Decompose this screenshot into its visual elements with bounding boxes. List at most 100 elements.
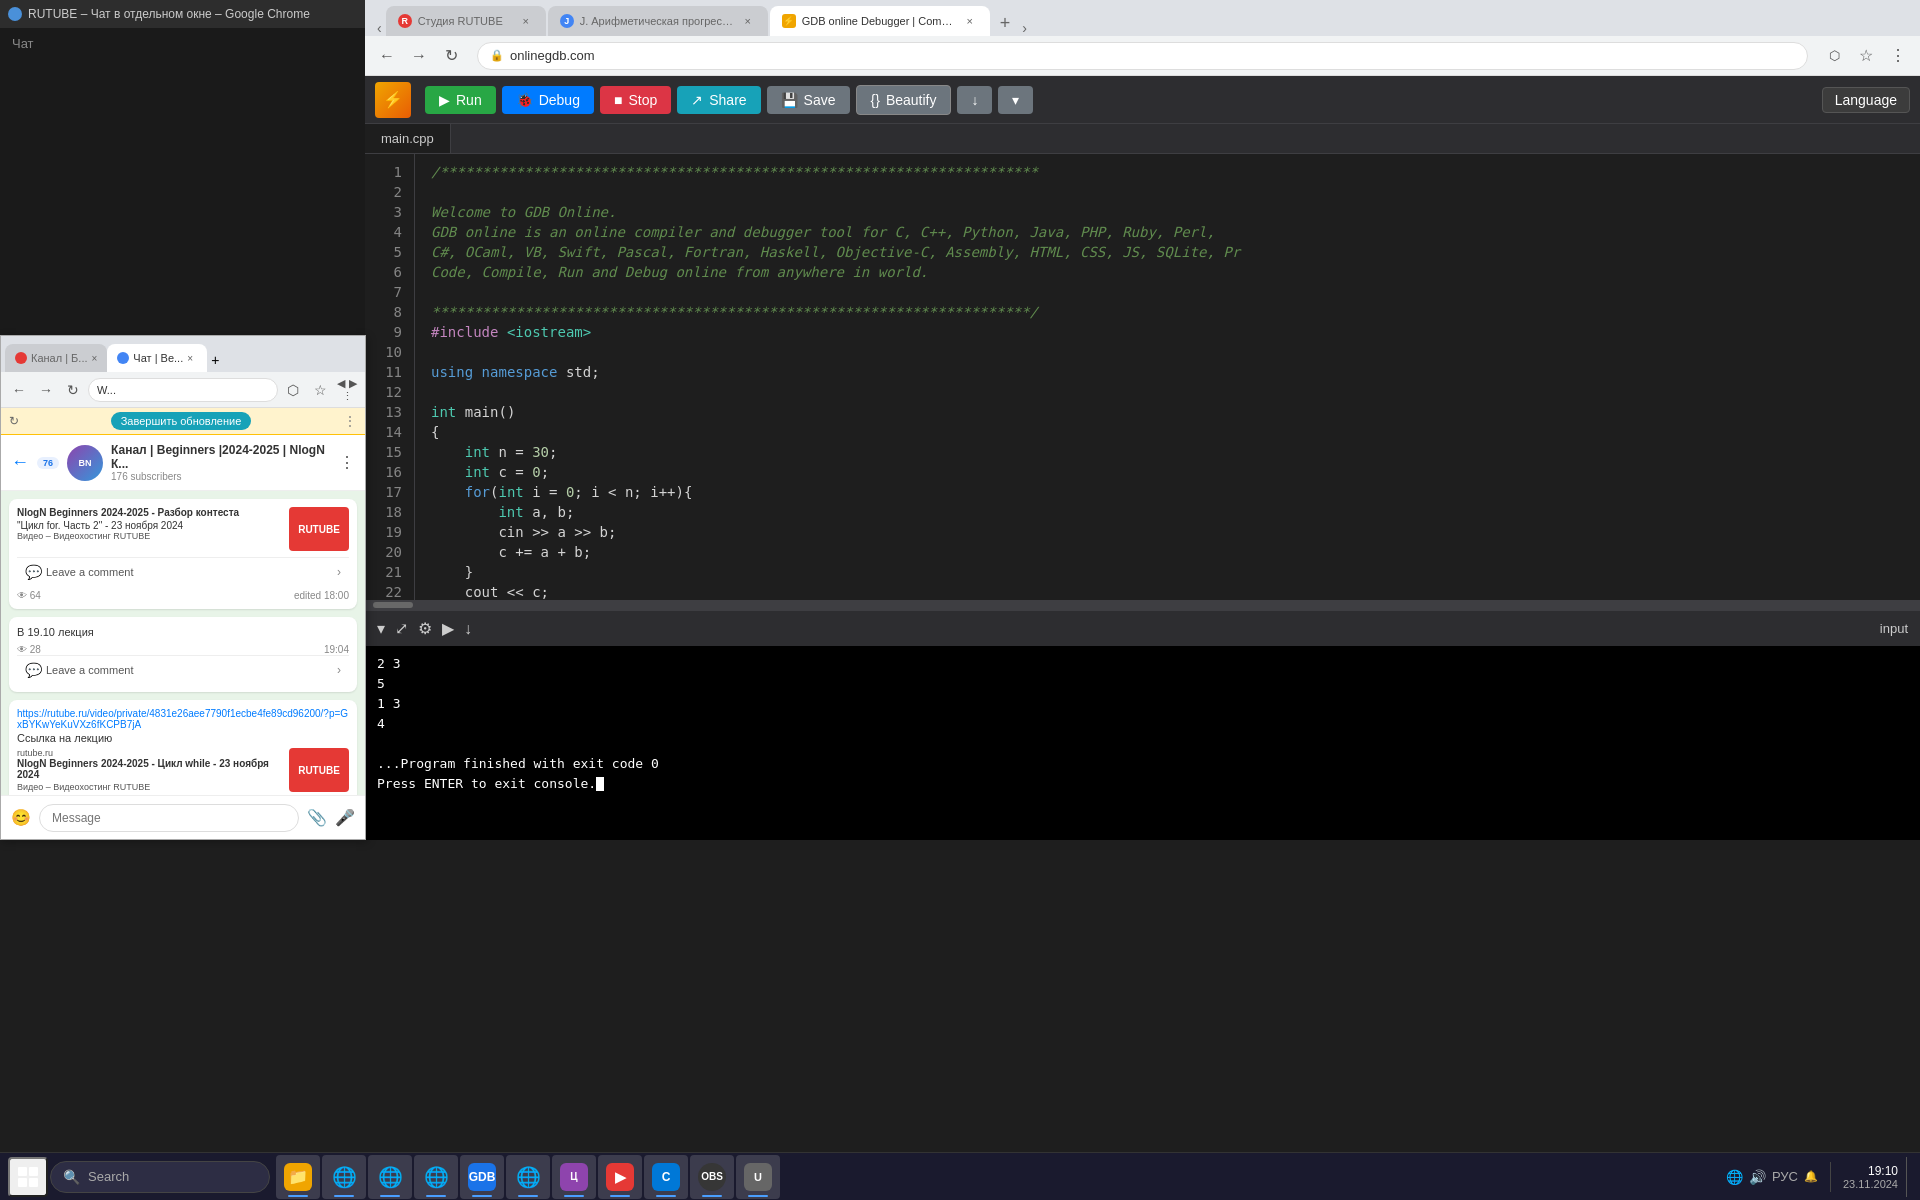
language-selector[interactable]: Language xyxy=(1822,87,1910,113)
beautify-icon: {} xyxy=(871,92,880,108)
msg3-url[interactable]: https://rutube.ru/video/private/4831e26a… xyxy=(17,708,349,730)
terminal-settings-btn[interactable]: ⚙ xyxy=(418,619,432,638)
editor-tab-main-cpp[interactable]: main.cpp xyxy=(365,124,451,153)
tab3-favicon: ⚡ xyxy=(782,14,796,28)
debug-button[interactable]: 🐞 Debug xyxy=(502,86,594,114)
save-button[interactable]: 💾 Save xyxy=(767,86,850,114)
url-text: onlinegdb.com xyxy=(510,48,595,63)
refresh-button[interactable]: ↻ xyxy=(437,42,465,70)
update-button[interactable]: Завершить обновление xyxy=(111,412,252,430)
chat-bookmark-btn[interactable]: ☆ xyxy=(308,378,332,402)
taskbar-app-chrome2[interactable]: 🌐 xyxy=(368,1155,412,1199)
message-2: В 19.10 лекция 👁 28 19:04 💬 Leave a comm… xyxy=(9,617,357,692)
taskbar-app-obs[interactable]: OBS xyxy=(690,1155,734,1199)
chat-input-bar: 😊 📎 🎤 xyxy=(1,795,365,839)
update-options[interactable]: ⋮ xyxy=(343,413,357,429)
editor-tab-label: main.cpp xyxy=(381,131,434,146)
extensions-button[interactable]: ⬡ xyxy=(1820,42,1848,70)
code-editor[interactable]: /***************************************… xyxy=(415,154,1920,600)
msg2-leave-comment[interactable]: 💬 Leave a comment › xyxy=(17,655,349,684)
terminal-line-3: 1 3 xyxy=(377,694,1908,714)
channel-info: Канал | Beginners |2024-2025 | NlogN К..… xyxy=(111,443,339,482)
chat-messages-area[interactable]: NlogN Beginners 2024-2025 - Разбор конте… xyxy=(1,491,365,795)
chat-browser-new-tab[interactable]: + xyxy=(207,352,223,368)
tab1-title: Студия RUTUBE xyxy=(418,15,512,27)
console-label: C xyxy=(662,1170,671,1184)
tabs-scroll-left[interactable]: ‹ xyxy=(373,20,386,36)
chat-address-bar[interactable]: W... xyxy=(88,378,278,402)
options-icon: ▾ xyxy=(1012,92,1019,108)
chat-more-btn[interactable]: ◀ ▶ ⋮ xyxy=(335,378,359,402)
taskbar-search-box[interactable]: 🔍 Search xyxy=(50,1161,270,1193)
terminal-collapse-btn[interactable]: ▾ xyxy=(377,619,385,638)
chat-tab1-close[interactable]: × xyxy=(92,353,98,364)
channel-avatar: BN xyxy=(67,445,103,481)
channel-menu-button[interactable]: ⋮ xyxy=(339,453,355,472)
tab2-favicon: J xyxy=(560,14,574,28)
browser-toolbar: ← → ↻ 🔒 onlinegdb.com ⬡ ☆ ⋮ xyxy=(365,36,1920,76)
message-input[interactable] xyxy=(39,804,299,832)
taskbar-app-chrome1[interactable]: 🌐 xyxy=(322,1155,366,1199)
new-tab-button[interactable]: + xyxy=(992,13,1019,34)
leave-comment-label-2: Leave a comment xyxy=(46,664,337,676)
chat-tab-kanal[interactable]: Канал | Б... × xyxy=(5,344,107,372)
voice-button[interactable]: 🎤 xyxy=(335,808,355,827)
tab2-close[interactable]: × xyxy=(740,13,756,29)
code-area[interactable]: 12345 678910 1112131415 1617181920 21222… xyxy=(365,154,1920,600)
terminal-content[interactable]: 2 3 5 1 3 4 ...Program finished with exi… xyxy=(365,646,1920,840)
tab3-close[interactable]: × xyxy=(962,13,978,29)
back-button[interactable]: ← xyxy=(373,42,401,70)
msg1-leave-comment[interactable]: 💬 Leave a comment › xyxy=(17,557,349,586)
terminal-line-1: 2 3 xyxy=(377,654,1908,674)
taskbar-app-explorer[interactable]: 📁 xyxy=(276,1155,320,1199)
taskbar-app-untitled[interactable]: U xyxy=(736,1155,780,1199)
editor-horizontal-scrollbar[interactable] xyxy=(365,600,1920,610)
paperclip-button[interactable]: 📎 xyxy=(307,808,327,827)
clock-widget[interactable]: 19:10 23.11.2024 xyxy=(1843,1164,1898,1190)
taskbar-app-chrome4[interactable]: 🌐 xyxy=(506,1155,550,1199)
address-bar[interactable]: 🔒 onlinegdb.com xyxy=(477,42,1808,70)
channel-back-btn[interactable]: ← xyxy=(11,452,29,473)
share-icon: ↗ xyxy=(691,92,703,108)
chat-forward-btn[interactable]: → xyxy=(34,378,58,402)
chat-extensions-btn[interactable]: ⬡ xyxy=(281,378,305,402)
attach-button[interactable]: 😊 xyxy=(11,808,31,827)
taskbar-app-chrome3[interactable]: 🌐 xyxy=(414,1155,458,1199)
bookmark-button[interactable]: ☆ xyxy=(1852,42,1880,70)
terminal-more-btn[interactable]: ↓ xyxy=(464,620,472,638)
chat-browser-toolbar: ← → ↻ W... ⬡ ☆ ◀ ▶ ⋮ xyxy=(1,372,365,408)
taskbar-app-nlogn[interactable]: Ц xyxy=(552,1155,596,1199)
run-button[interactable]: ▶ Run xyxy=(425,86,496,114)
tab1-close[interactable]: × xyxy=(518,13,534,29)
forward-button[interactable]: → xyxy=(405,42,433,70)
tab-gdb[interactable]: ⚡ GDB online Debugger | Compil... × xyxy=(770,6,990,36)
chat-tab-chat[interactable]: Чат | Ве... × xyxy=(107,344,207,372)
chat-back-btn[interactable]: ← xyxy=(7,378,31,402)
more-button[interactable]: ⋮ xyxy=(1884,42,1912,70)
chat-refresh-btn[interactable]: ↻ xyxy=(61,378,85,402)
taskbar-app-gdb[interactable]: GDB xyxy=(460,1155,504,1199)
msg1-subtitle: "Цикл for. Часть 2" - 23 ноября 2024 xyxy=(17,520,281,531)
network-icon[interactable]: 🌐 xyxy=(1726,1169,1743,1185)
taskbar-app-rutube[interactable]: ▶ xyxy=(598,1155,642,1199)
share-button[interactable]: ↗ Share xyxy=(677,86,760,114)
stop-button[interactable]: ■ Stop xyxy=(600,86,671,114)
terminal-expand-btn[interactable]: ⤢ xyxy=(395,619,408,638)
volume-icon[interactable]: 🔊 xyxy=(1749,1169,1766,1185)
terminal-run-btn[interactable]: ▶ xyxy=(442,619,454,638)
beautify-button[interactable]: {} Beautify xyxy=(856,85,952,115)
battery-icon[interactable]: РУС xyxy=(1772,1169,1798,1184)
show-desktop-button[interactable] xyxy=(1906,1157,1912,1197)
start-button[interactable] xyxy=(8,1157,48,1197)
taskbar-app-console[interactable]: C xyxy=(644,1155,688,1199)
options-button[interactable]: ▾ xyxy=(998,86,1033,114)
chrome2-icon: 🌐 xyxy=(376,1163,404,1191)
chat-tab2-close[interactable]: × xyxy=(187,353,193,364)
download-button[interactable]: ↓ xyxy=(957,86,992,114)
tab-arithmetic[interactable]: J J. Арифметическая прогресс... × xyxy=(548,6,768,36)
search-icon: 🔍 xyxy=(63,1169,80,1185)
tabs-scroll-right[interactable]: › xyxy=(1018,20,1031,36)
language-icon[interactable]: 🔔 xyxy=(1804,1170,1818,1183)
editor-tabs: main.cpp xyxy=(365,124,1920,154)
tab-studio-rutube[interactable]: R Студия RUTUBE × xyxy=(386,6,546,36)
